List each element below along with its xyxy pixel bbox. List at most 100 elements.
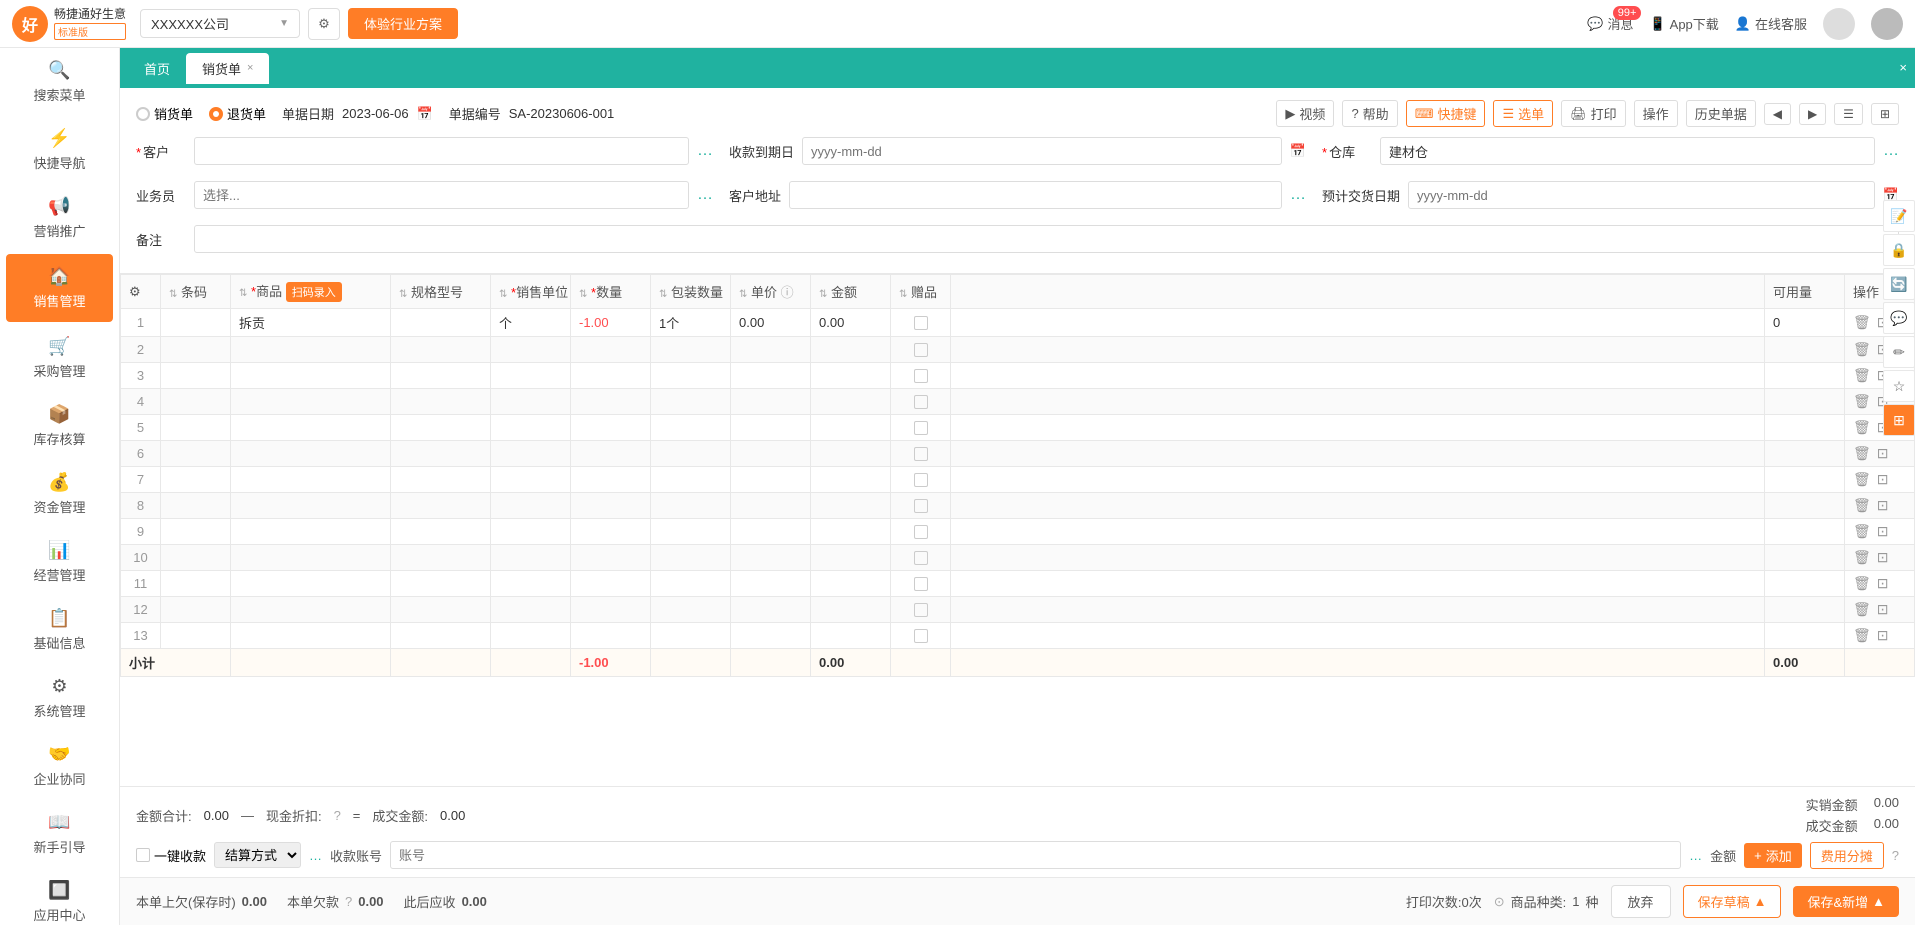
history-btn[interactable]: 历史单据 [1686,100,1756,127]
right-panel-refresh-icon[interactable]: 🔄 [1883,268,1915,300]
delete-icon[interactable]: 🗑 [1853,445,1871,462]
save-new-button[interactable]: 保存&新增 ▲ [1793,886,1899,917]
radio-sales-order[interactable]: 销货单 [136,104,193,123]
delete-icon[interactable]: 🗑 [1853,314,1871,331]
avatar2[interactable] [1871,8,1903,40]
right-panel-chat-icon[interactable]: 💬 [1883,302,1915,334]
customer-dots-icon[interactable]: … [697,142,713,160]
sidebar-item-operations[interactable]: 📊 经营管理 [0,528,119,596]
expense-help-icon[interactable]: ? [1892,848,1899,863]
delete-icon[interactable]: 🗑 [1853,497,1871,514]
account-dots-icon[interactable]: … [1689,848,1702,863]
warehouse-input[interactable] [1380,137,1875,165]
scan-button[interactable]: 扫码录入 [286,282,342,302]
settlement-method-select[interactable]: 结算方式 [214,842,301,868]
delete-icon[interactable]: 🗑 [1853,575,1871,592]
discard-button[interactable]: 放弃 [1611,885,1671,918]
total-owed-icon[interactable]: ? [345,894,352,909]
sidebar-item-system[interactable]: ⚙ 系统管理 [0,664,119,732]
cell-product[interactable] [231,519,391,545]
delete-icon[interactable]: 🗑 [1853,471,1871,488]
copy-icon[interactable]: ⊡ [1877,497,1889,514]
cell-product[interactable] [231,441,391,467]
expense-split-button[interactable]: 费用分摊 [1810,842,1884,869]
help-discount-icon[interactable]: ? [334,808,341,823]
warehouse-dots-icon[interactable]: … [1883,142,1899,160]
online-service-button[interactable]: 👤 在线客服 [1735,14,1807,33]
delete-icon[interactable]: 🗑 [1853,419,1871,436]
copy-icon[interactable]: ⊡ [1877,549,1889,566]
sidebar-item-purchase[interactable]: 🛒 采购管理 [0,324,119,392]
add-payment-button[interactable]: + 添加 [1744,843,1802,868]
right-panel-orange-icon[interactable]: ⊞ [1883,404,1915,436]
save-draft-button[interactable]: 保存草稿 ▲ [1683,885,1782,918]
copy-icon[interactable]: ⊡ [1877,471,1889,488]
sidebar-item-quick-nav[interactable]: ⚡ 快捷导航 [0,116,119,184]
cell-product[interactable] [231,415,391,441]
cell-product[interactable] [231,597,391,623]
column-settings-icon[interactable]: ⚙ [129,284,141,299]
product-type-icon[interactable]: ⊙ [1494,894,1505,910]
sidebar-item-marketing[interactable]: 📢 营销推广 [0,184,119,252]
print-btn[interactable]: 🖨 打印 [1561,100,1626,127]
right-panel-star-icon[interactable]: ☆ [1883,370,1915,402]
sidebar-item-finance[interactable]: 💰 资金管理 [0,460,119,528]
notes-input[interactable] [194,225,1899,253]
message-button[interactable]: 💬 消息 99+ [1587,14,1633,33]
company-selector[interactable]: XXXXXX公司 ▼ [140,9,300,38]
copy-icon[interactable]: ⊡ [1877,601,1889,618]
sidebar-item-sales[interactable]: 🏠 销售管理 [6,254,113,322]
delete-icon[interactable]: 🗑 [1853,393,1871,410]
sidebar-item-enterprise[interactable]: 🤝 企业协同 [0,732,119,800]
app-download-button[interactable]: 📱 App下载 [1649,14,1718,33]
right-panel-note-icon[interactable]: 📝 [1883,200,1915,232]
window-close-icon[interactable]: × [1899,60,1907,75]
copy-icon[interactable]: ⊡ [1877,523,1889,540]
list-view-btn[interactable]: ☰ [1834,103,1863,125]
account-input[interactable] [390,841,1681,869]
expected-date-input[interactable] [1408,181,1875,209]
customer-addr-input[interactable] [789,181,1282,209]
delete-icon[interactable]: 🗑 [1853,627,1871,644]
delete-icon[interactable]: 🗑 [1853,341,1871,358]
sidebar-item-beginner[interactable]: 📖 新手引导 [0,800,119,868]
sidebar-item-appstore[interactable]: 🔲 应用中心 [0,868,119,925]
due-date-input[interactable] [802,137,1282,165]
calendar-icon[interactable]: 📅 [417,106,433,122]
addr-dots-icon[interactable]: … [1290,186,1306,204]
select-order-btn[interactable]: ☰ 选单 [1493,100,1553,127]
cell-product[interactable] [231,545,391,571]
delete-icon[interactable]: 🗑 [1853,367,1871,384]
salesperson-input[interactable] [194,181,689,209]
right-panel-edit-icon[interactable]: ✏ [1883,336,1915,368]
copy-icon[interactable]: ⊡ [1877,575,1889,592]
cell-product[interactable] [231,467,391,493]
cell-product[interactable] [231,337,391,363]
cell-product[interactable] [231,389,391,415]
grid-view-btn[interactable]: ⊞ [1871,103,1899,125]
settings-button[interactable]: ⚙ [308,8,340,40]
copy-icon[interactable]: ⊡ [1877,445,1889,462]
shortcut-btn[interactable]: ⌨ 快捷键 [1406,100,1486,127]
delete-icon[interactable]: 🗑 [1853,549,1871,566]
due-date-calendar-icon[interactable]: 📅 [1290,143,1306,159]
nav-next-btn[interactable]: ▶ [1799,103,1826,125]
tab-sales-order[interactable]: 销货单 × [186,53,269,84]
tab-home[interactable]: 首页 [128,53,186,84]
delete-icon[interactable]: 🗑 [1853,601,1871,618]
operation-btn[interactable]: 操作 [1634,100,1678,127]
cell-product[interactable] [231,571,391,597]
tab-close-icon[interactable]: × [247,62,253,74]
copy-icon[interactable]: ⊡ [1877,627,1889,644]
help-btn[interactable]: ? 帮助 [1342,100,1397,127]
video-btn[interactable]: ▶ 视频 [1276,100,1334,127]
nav-prev-btn[interactable]: ◀ [1764,103,1791,125]
radio-return-order[interactable]: 退货单 [209,104,266,123]
salesperson-dots-icon[interactable]: … [697,186,713,204]
sidebar-item-inventory[interactable]: 📦 库存核算 [0,392,119,460]
sidebar-search[interactable]: 🔍 搜索菜单 [0,48,119,116]
sidebar-item-basics[interactable]: 📋 基础信息 [0,596,119,664]
delete-icon[interactable]: 🗑 [1853,523,1871,540]
cell-product[interactable] [231,493,391,519]
cell-product[interactable] [231,363,391,389]
